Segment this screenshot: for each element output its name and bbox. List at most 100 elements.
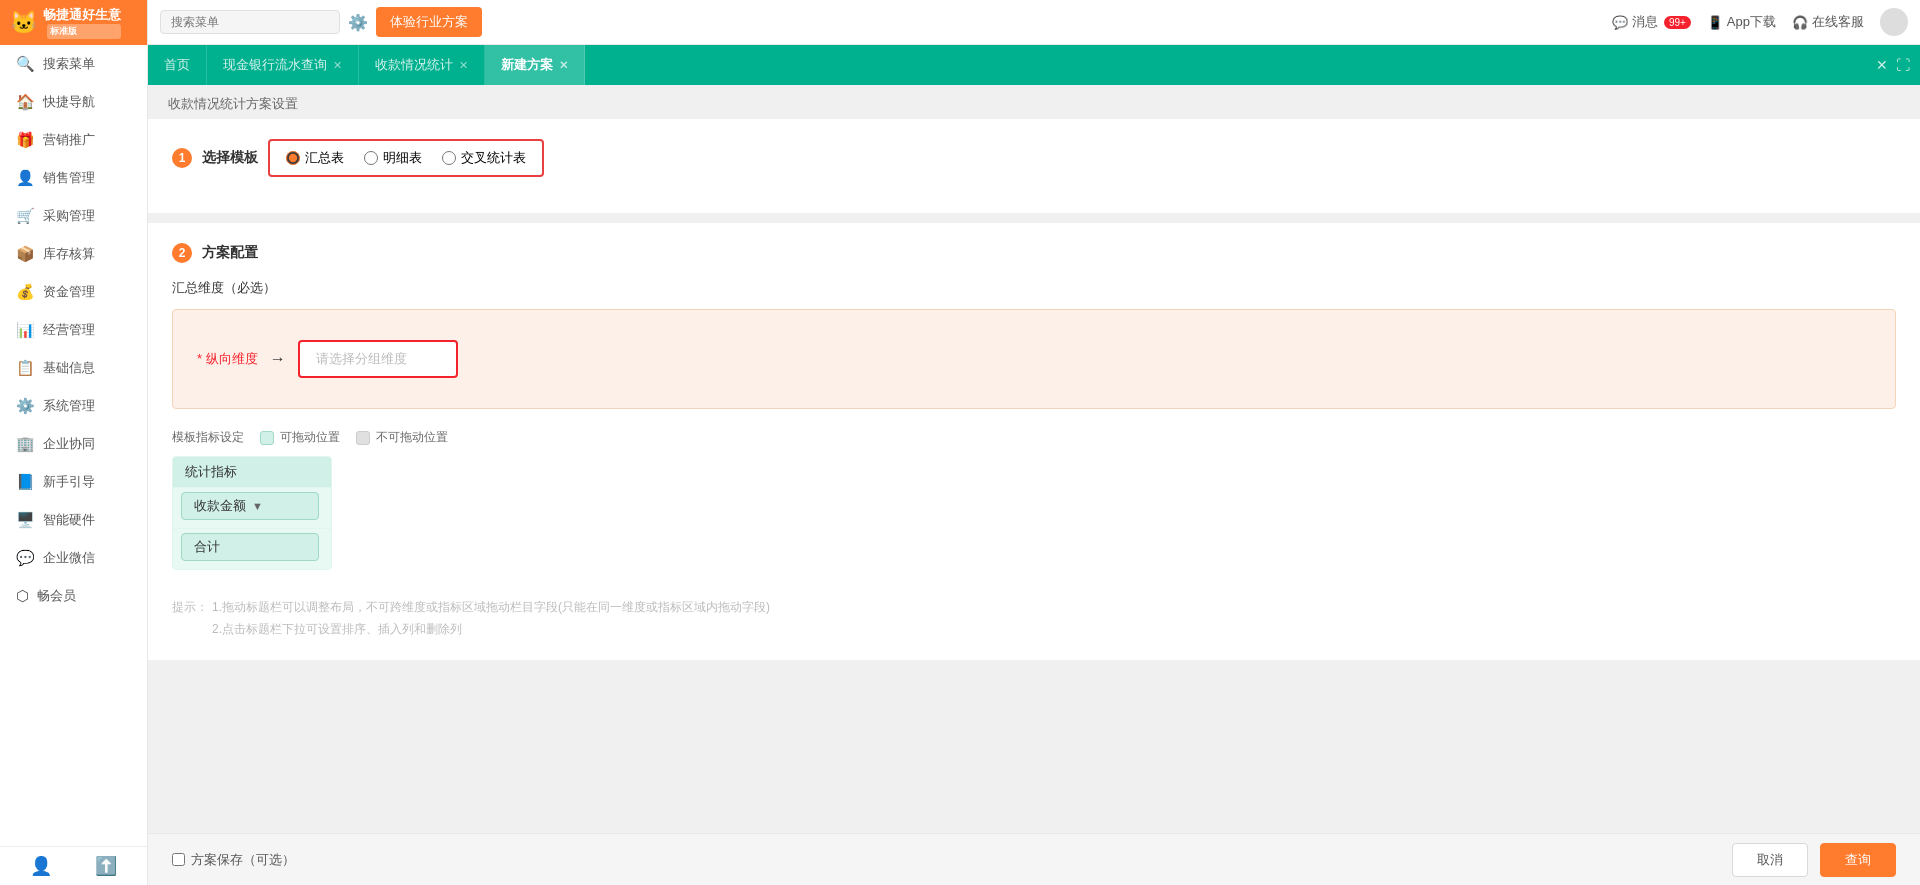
dim-select-dropdown[interactable]: 请选择分组维度 bbox=[298, 340, 458, 378]
tab-receipts-close[interactable]: ✕ bbox=[459, 59, 468, 72]
template-summary[interactable]: 汇总表 bbox=[286, 149, 344, 167]
query-button[interactable]: 查询 bbox=[1820, 843, 1896, 877]
tab-newplan-label: 新建方案 bbox=[501, 56, 553, 74]
gear-icon: ⚙️ bbox=[16, 397, 35, 415]
template-detail-label: 明细表 bbox=[383, 149, 422, 167]
cancel-button[interactable]: 取消 bbox=[1732, 843, 1808, 877]
sidebar-item-operations[interactable]: 📊 经营管理 bbox=[0, 311, 147, 349]
sidebar-item-label: 系统管理 bbox=[43, 397, 95, 415]
template-summary-radio[interactable] bbox=[286, 151, 300, 165]
template-detail-radio[interactable] bbox=[364, 151, 378, 165]
sidebar-item-hardware[interactable]: 🖥️ 智能硬件 bbox=[0, 501, 147, 539]
tab-receipts[interactable]: 收款情况统计 ✕ bbox=[359, 45, 485, 85]
dimension-area: 纵向维度 → 请选择分组维度 bbox=[172, 309, 1896, 409]
message-button[interactable]: 💬 消息 99+ bbox=[1612, 13, 1691, 31]
template-cross-radio[interactable] bbox=[442, 151, 456, 165]
sidebar-item-search[interactable]: 🔍 搜索菜单 bbox=[0, 45, 147, 83]
metrics-section: 模板指标设定 可拖动位置 不可拖动位置 统计指标 bbox=[172, 429, 1896, 573]
top-header: ⚙️ 体验行业方案 💬 消息 99+ 📱 App下载 🎧 在线客服 bbox=[148, 0, 1920, 45]
metric-chevron-icon: ▼ bbox=[252, 500, 263, 512]
building-icon: 🏢 bbox=[16, 435, 35, 453]
sidebar-item-label: 经营管理 bbox=[43, 321, 95, 339]
content-area: 收款情况统计方案设置 1 选择模板 汇总表 明细表 bbox=[148, 85, 1920, 885]
template-detail[interactable]: 明细表 bbox=[364, 149, 422, 167]
dim-label-text: 汇总维度（必选） bbox=[172, 280, 276, 295]
sidebar-item-basics[interactable]: 📋 基础信息 bbox=[0, 349, 147, 387]
sidebar-bottom-icon2[interactable]: ⬆️ bbox=[95, 855, 117, 877]
sidebar-item-label: 资金管理 bbox=[43, 283, 95, 301]
sidebar-item-inventory[interactable]: 📦 库存核算 bbox=[0, 235, 147, 273]
sidebar-item-enterprise[interactable]: 🏢 企业协同 bbox=[0, 425, 147, 463]
fixed-legend-box bbox=[356, 431, 370, 445]
tab-receipts-label: 收款情况统计 bbox=[375, 56, 453, 74]
tab-cashbank-label: 现金银行流水查询 bbox=[223, 56, 327, 74]
sidebar-item-nav[interactable]: 🏠 快捷导航 bbox=[0, 83, 147, 121]
breadcrumb-text: 收款情况统计方案设置 bbox=[168, 96, 298, 111]
section1-badge: 1 bbox=[172, 148, 192, 168]
sidebar-item-label: 畅会员 bbox=[37, 587, 76, 605]
tip-item-2: 提示： 2.点击标题栏下拉可设置排序、插入列和删除列 bbox=[172, 619, 1896, 641]
user-icon: 👤 bbox=[16, 169, 35, 187]
tab-home[interactable]: 首页 bbox=[148, 45, 207, 85]
tips-section: 提示： 1.拖动标题栏可以调整布局，不可跨维度或指标区域拖动栏目字段(只能在同一… bbox=[172, 597, 1896, 640]
tip-text-1: 1.拖动标题栏可以调整布局，不可跨维度或指标区域拖动栏目字段(只能在同一维度或指… bbox=[212, 597, 770, 619]
sidebar-item-label: 智能硬件 bbox=[43, 511, 95, 529]
sidebar-item-system[interactable]: ⚙️ 系统管理 bbox=[0, 387, 147, 425]
sidebar-item-guide[interactable]: 📘 新手引导 bbox=[0, 463, 147, 501]
tab-home-label: 首页 bbox=[164, 56, 190, 74]
dim-arrow-icon: → bbox=[270, 350, 286, 368]
sidebar-bottom-icon1[interactable]: 👤 bbox=[30, 855, 52, 877]
sidebar-item-wechat[interactable]: 💬 企业微信 bbox=[0, 539, 147, 577]
online-service-button[interactable]: 🎧 在线客服 bbox=[1792, 13, 1864, 31]
tab-cashbank-close[interactable]: ✕ bbox=[333, 59, 342, 72]
tab-close-button[interactable]: ✕ bbox=[1876, 57, 1888, 73]
box-icon: 📦 bbox=[16, 245, 35, 263]
chart-icon: 📊 bbox=[16, 321, 35, 339]
tabs-controls: ✕ ⛶ bbox=[1866, 45, 1920, 85]
plan-config-section: 2 方案配置 汇总维度（必选） 纵向维度 → 请选择分组维度 模板指 bbox=[148, 223, 1920, 660]
app-download-button[interactable]: 📱 App下载 bbox=[1707, 13, 1776, 31]
book-icon: 📘 bbox=[16, 473, 35, 491]
hexagon-icon: ⬡ bbox=[16, 587, 29, 605]
sidebar-item-label: 销售管理 bbox=[43, 169, 95, 187]
tab-newplan-close[interactable]: ✕ bbox=[559, 59, 568, 72]
sidebar-item-marketing[interactable]: 🎁 营销推广 bbox=[0, 121, 147, 159]
user-avatar[interactable] bbox=[1880, 8, 1908, 36]
sidebar-item-label: 快捷导航 bbox=[43, 93, 95, 111]
header-left: ⚙️ 体验行业方案 bbox=[160, 7, 1596, 37]
tab-cashbank[interactable]: 现金银行流水查询 ✕ bbox=[207, 45, 359, 85]
section1-header: 1 选择模板 汇总表 明细表 交叉统计表 bbox=[172, 139, 1896, 177]
sidebar-item-sales[interactable]: 👤 销售管理 bbox=[0, 159, 147, 197]
gift-icon: 🎁 bbox=[16, 131, 35, 149]
fixed-legend-label: 不可拖动位置 bbox=[376, 429, 448, 446]
sidebar-item-member[interactable]: ⬡ 畅会员 bbox=[0, 577, 147, 615]
dim-row: 纵向维度 → 请选择分组维度 bbox=[197, 340, 1871, 378]
home-icon: 🏠 bbox=[16, 93, 35, 111]
sidebar-item-finance[interactable]: 💰 资金管理 bbox=[0, 273, 147, 311]
breadcrumb: 收款情况统计方案设置 bbox=[148, 85, 1920, 119]
sidebar-item-purchase[interactable]: 🛒 采购管理 bbox=[0, 197, 147, 235]
settings-icon[interactable]: ⚙️ bbox=[348, 13, 368, 32]
industry-solution-button[interactable]: 体验行业方案 bbox=[376, 7, 482, 37]
metric-tag-amount[interactable]: 收款金额 ▼ bbox=[181, 492, 319, 520]
cart-icon: 🛒 bbox=[16, 207, 35, 225]
metrics-label-row: 模板指标设定 可拖动位置 不可拖动位置 bbox=[172, 429, 1896, 446]
search-input[interactable] bbox=[160, 10, 340, 34]
message-label: 消息 bbox=[1632, 13, 1658, 31]
dim-select-placeholder: 请选择分组维度 bbox=[316, 351, 407, 366]
sidebar-logo: 🐱 畅捷通好生意 标准版 bbox=[0, 0, 147, 45]
save-option: 方案保存（可选） bbox=[172, 851, 295, 869]
logo-icon: 🐱 bbox=[10, 10, 37, 36]
metric-subtotal: 合计 bbox=[181, 533, 319, 561]
sidebar-bottom: 👤 ⬆️ bbox=[0, 846, 147, 885]
tab-newplan[interactable]: 新建方案 ✕ bbox=[485, 45, 585, 85]
sidebar-item-label: 企业协同 bbox=[43, 435, 95, 453]
template-cross[interactable]: 交叉统计表 bbox=[442, 149, 526, 167]
template-summary-label: 汇总表 bbox=[305, 149, 344, 167]
sidebar-item-label: 新手引导 bbox=[43, 473, 95, 491]
save-checkbox[interactable] bbox=[172, 853, 185, 866]
tab-maximize-button[interactable]: ⛶ bbox=[1896, 57, 1910, 73]
service-icon: 🎧 bbox=[1792, 15, 1808, 30]
sidebar-item-label: 营销推广 bbox=[43, 131, 95, 149]
section2-title: 方案配置 bbox=[202, 244, 258, 262]
